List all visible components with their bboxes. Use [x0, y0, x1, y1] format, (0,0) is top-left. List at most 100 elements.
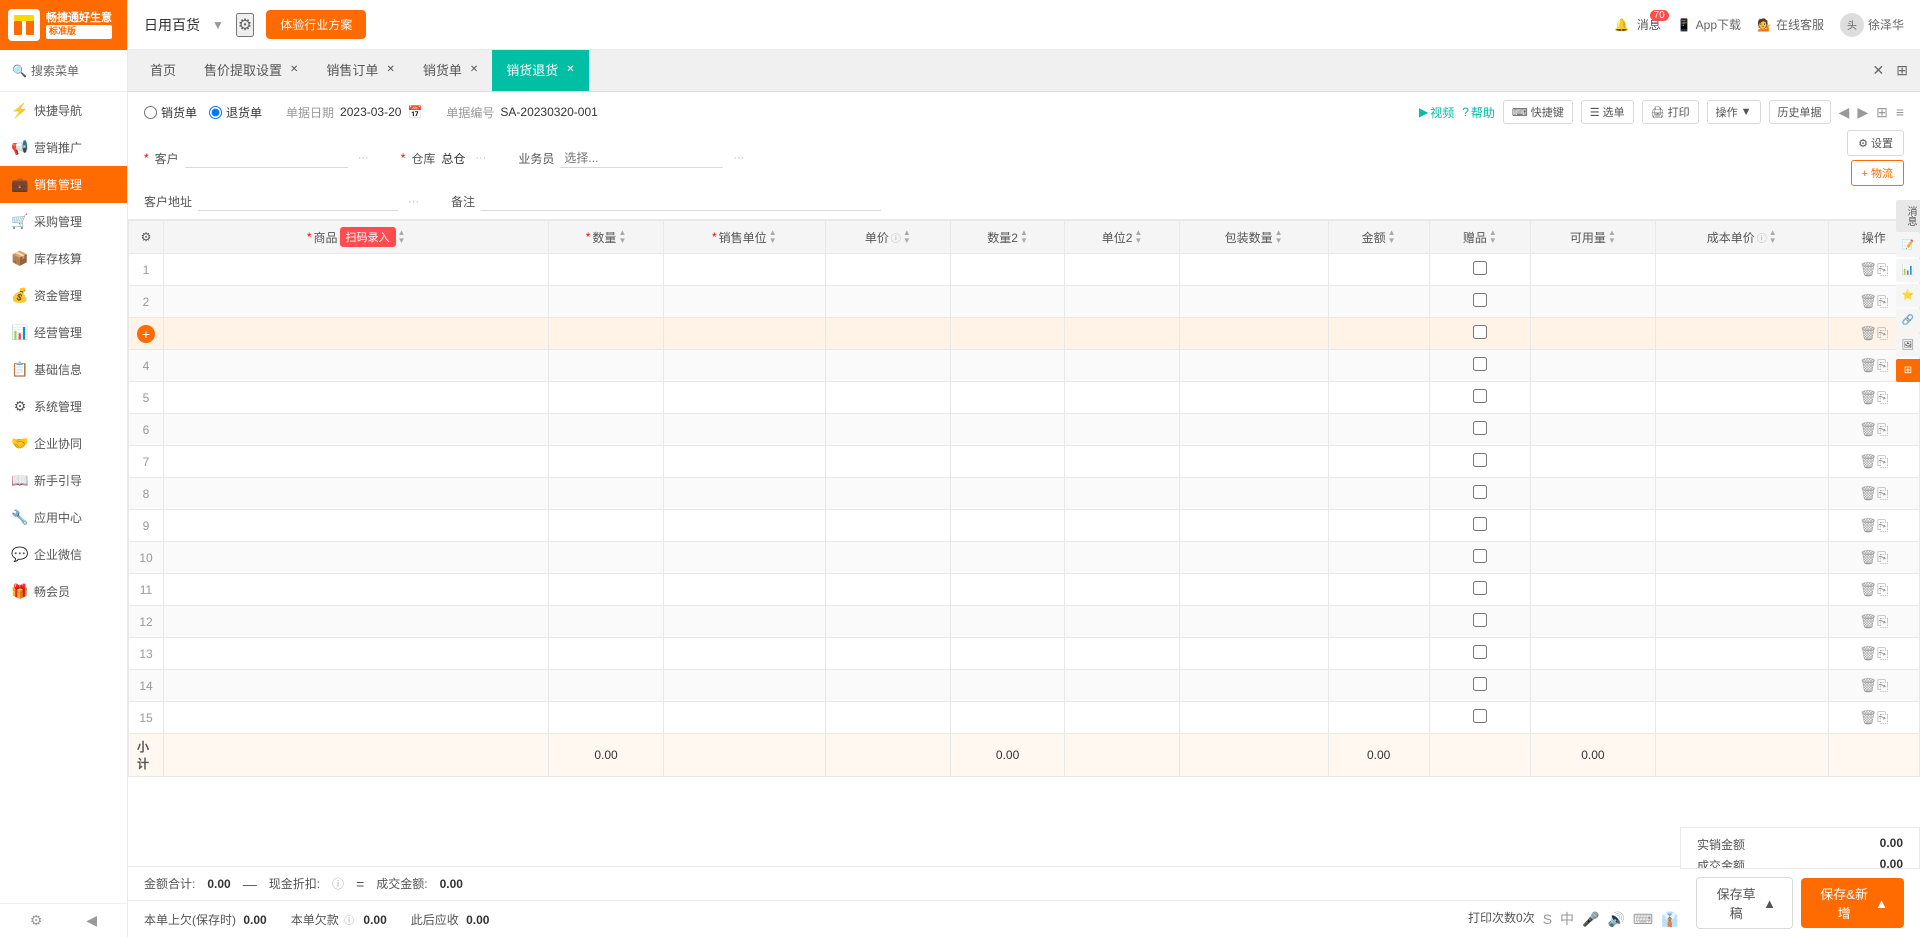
product-sort[interactable]: ▲▼: [398, 229, 406, 245]
row-6-unit2[interactable]: [1065, 414, 1179, 446]
tab-close-price[interactable]: ✕: [290, 64, 298, 75]
row-7-cost[interactable]: [1655, 446, 1828, 478]
row-3-qty2[interactable]: [950, 318, 1064, 350]
row-1-cost[interactable]: [1655, 254, 1828, 286]
row-8-unit2[interactable]: [1065, 478, 1179, 510]
row-13-qty[interactable]: [549, 638, 663, 670]
row-7-price[interactable]: [825, 446, 950, 478]
row-5-amount[interactable]: [1328, 382, 1429, 414]
qty-sort[interactable]: ▲▼: [618, 229, 626, 245]
row-14-delete-btn[interactable]: 🗑: [1859, 677, 1877, 694]
settings-side-btn[interactable]: ⚙ 设置: [1847, 130, 1904, 156]
select-btn[interactable]: ☰ 选单: [1581, 100, 1634, 124]
experience-btn[interactable]: 体验行业方案: [266, 10, 366, 39]
row-2-delete-btn[interactable]: 🗑: [1859, 293, 1877, 310]
save-new-btn[interactable]: 保存&新增 ▲: [1801, 878, 1904, 928]
right-quick-messages[interactable]: 消息: [1896, 200, 1920, 232]
right-quick-link[interactable]: 🔗: [1896, 309, 1920, 332]
row-15-unit[interactable]: [663, 702, 825, 734]
row-3-product[interactable]: [164, 318, 549, 350]
row-10-unit2[interactable]: [1065, 542, 1179, 574]
row-10-product[interactable]: [164, 542, 549, 574]
row-1-price[interactable]: [825, 254, 950, 286]
row-11-price[interactable]: [825, 574, 950, 606]
row-6-amount[interactable]: [1328, 414, 1429, 446]
row-13-gift-checkbox[interactable]: [1473, 645, 1487, 659]
row-15-price[interactable]: [825, 702, 950, 734]
row-12-unit[interactable]: [663, 606, 825, 638]
row-10-copy-btn[interactable]: ⎘: [1877, 549, 1888, 566]
right-quick-star[interactable]: ⭐: [1896, 284, 1920, 307]
row-7-qty2[interactable]: [950, 446, 1064, 478]
scan-input-btn[interactable]: 扫码录入: [340, 227, 396, 247]
row-12-pack[interactable]: [1179, 606, 1328, 638]
row-2-gift[interactable]: [1429, 286, 1530, 318]
customer-picker-icon[interactable]: ···: [358, 152, 369, 164]
row-8-amount[interactable]: [1328, 478, 1429, 510]
row-12-delete-btn[interactable]: 🗑: [1859, 613, 1877, 630]
row-1-gift[interactable]: [1429, 254, 1530, 286]
topbar-gear-btn[interactable]: ⚙: [236, 13, 254, 37]
row-2-copy-btn[interactable]: ⎘: [1877, 293, 1888, 310]
row-11-copy-btn[interactable]: ⎘: [1877, 581, 1888, 598]
row-8-pack[interactable]: [1179, 478, 1328, 510]
row-15-product[interactable]: [164, 702, 549, 734]
row-1-unit[interactable]: [663, 254, 825, 286]
sidebar-item-basics[interactable]: 📋 基础信息: [0, 351, 127, 388]
warehouse-picker-icon[interactable]: ···: [475, 152, 486, 164]
row-6-qty[interactable]: [549, 414, 663, 446]
row-4-gift[interactable]: [1429, 350, 1530, 382]
row-4-delete-btn[interactable]: 🗑: [1859, 357, 1877, 374]
row-10-cost[interactable]: [1655, 542, 1828, 574]
row-10-pack[interactable]: [1179, 542, 1328, 574]
row-12-amount[interactable]: [1328, 606, 1429, 638]
row-11-unit[interactable]: [663, 574, 825, 606]
row-14-copy-btn[interactable]: ⎘: [1877, 677, 1888, 694]
row-8-delete-btn[interactable]: 🗑: [1859, 485, 1877, 502]
row-12-qty[interactable]: [549, 606, 663, 638]
user-area[interactable]: 头 徐泽华: [1840, 13, 1904, 37]
row-13-amount[interactable]: [1328, 638, 1429, 670]
right-quick-report[interactable]: 📊: [1896, 259, 1920, 282]
row-6-copy-btn[interactable]: ⎘: [1877, 421, 1888, 438]
salesperson-input[interactable]: [560, 149, 723, 168]
search-menu-button[interactable]: 🔍 搜索菜单: [8, 58, 119, 83]
row-12-product[interactable]: [164, 606, 549, 638]
row-2-available[interactable]: [1530, 286, 1655, 318]
tab-close-sales-order[interactable]: ✕: [386, 64, 394, 75]
row-6-available[interactable]: [1530, 414, 1655, 446]
row-13-gift[interactable]: [1429, 638, 1530, 670]
row-9-unit2[interactable]: [1065, 510, 1179, 542]
right-quick-record[interactable]: 📝: [1896, 234, 1920, 257]
row-2-unit[interactable]: [663, 286, 825, 318]
row-6-gift[interactable]: [1429, 414, 1530, 446]
row-5-price[interactable]: [825, 382, 950, 414]
sidebar-search[interactable]: 🔍 搜索菜单: [0, 50, 127, 92]
row-4-copy-btn[interactable]: ⎘: [1877, 357, 1888, 374]
calendar-icon[interactable]: 📅: [407, 105, 422, 119]
row-2-gift-checkbox[interactable]: [1473, 293, 1487, 307]
row-1-product[interactable]: [164, 254, 549, 286]
row-8-unit[interactable]: [663, 478, 825, 510]
salesperson-picker-icon[interactable]: ···: [733, 152, 744, 164]
price-sort[interactable]: ▲▼: [903, 229, 911, 245]
prev-history-btn[interactable]: ◀: [1839, 104, 1850, 121]
row-7-delete-btn[interactable]: 🗑: [1859, 453, 1877, 470]
row-12-copy-btn[interactable]: ⎘: [1877, 613, 1888, 630]
row-3-gift[interactable]: [1429, 318, 1530, 350]
row-1-amount[interactable]: [1328, 254, 1429, 286]
row-15-gift-checkbox[interactable]: [1473, 709, 1487, 723]
row-7-available[interactable]: [1530, 446, 1655, 478]
row-13-copy-btn[interactable]: ⎘: [1877, 645, 1888, 662]
address-picker-icon[interactable]: ···: [408, 196, 419, 208]
row-7-amount[interactable]: [1328, 446, 1429, 478]
row-10-unit[interactable]: [663, 542, 825, 574]
row-14-product[interactable]: [164, 670, 549, 702]
row-6-product[interactable]: [164, 414, 549, 446]
sidebar-item-system[interactable]: ⚙ 系统管理: [0, 388, 127, 425]
row-14-qty[interactable]: [549, 670, 663, 702]
row-6-pack[interactable]: [1179, 414, 1328, 446]
row-9-qty[interactable]: [549, 510, 663, 542]
row-2-pack[interactable]: [1179, 286, 1328, 318]
row-14-qty2[interactable]: [950, 670, 1064, 702]
